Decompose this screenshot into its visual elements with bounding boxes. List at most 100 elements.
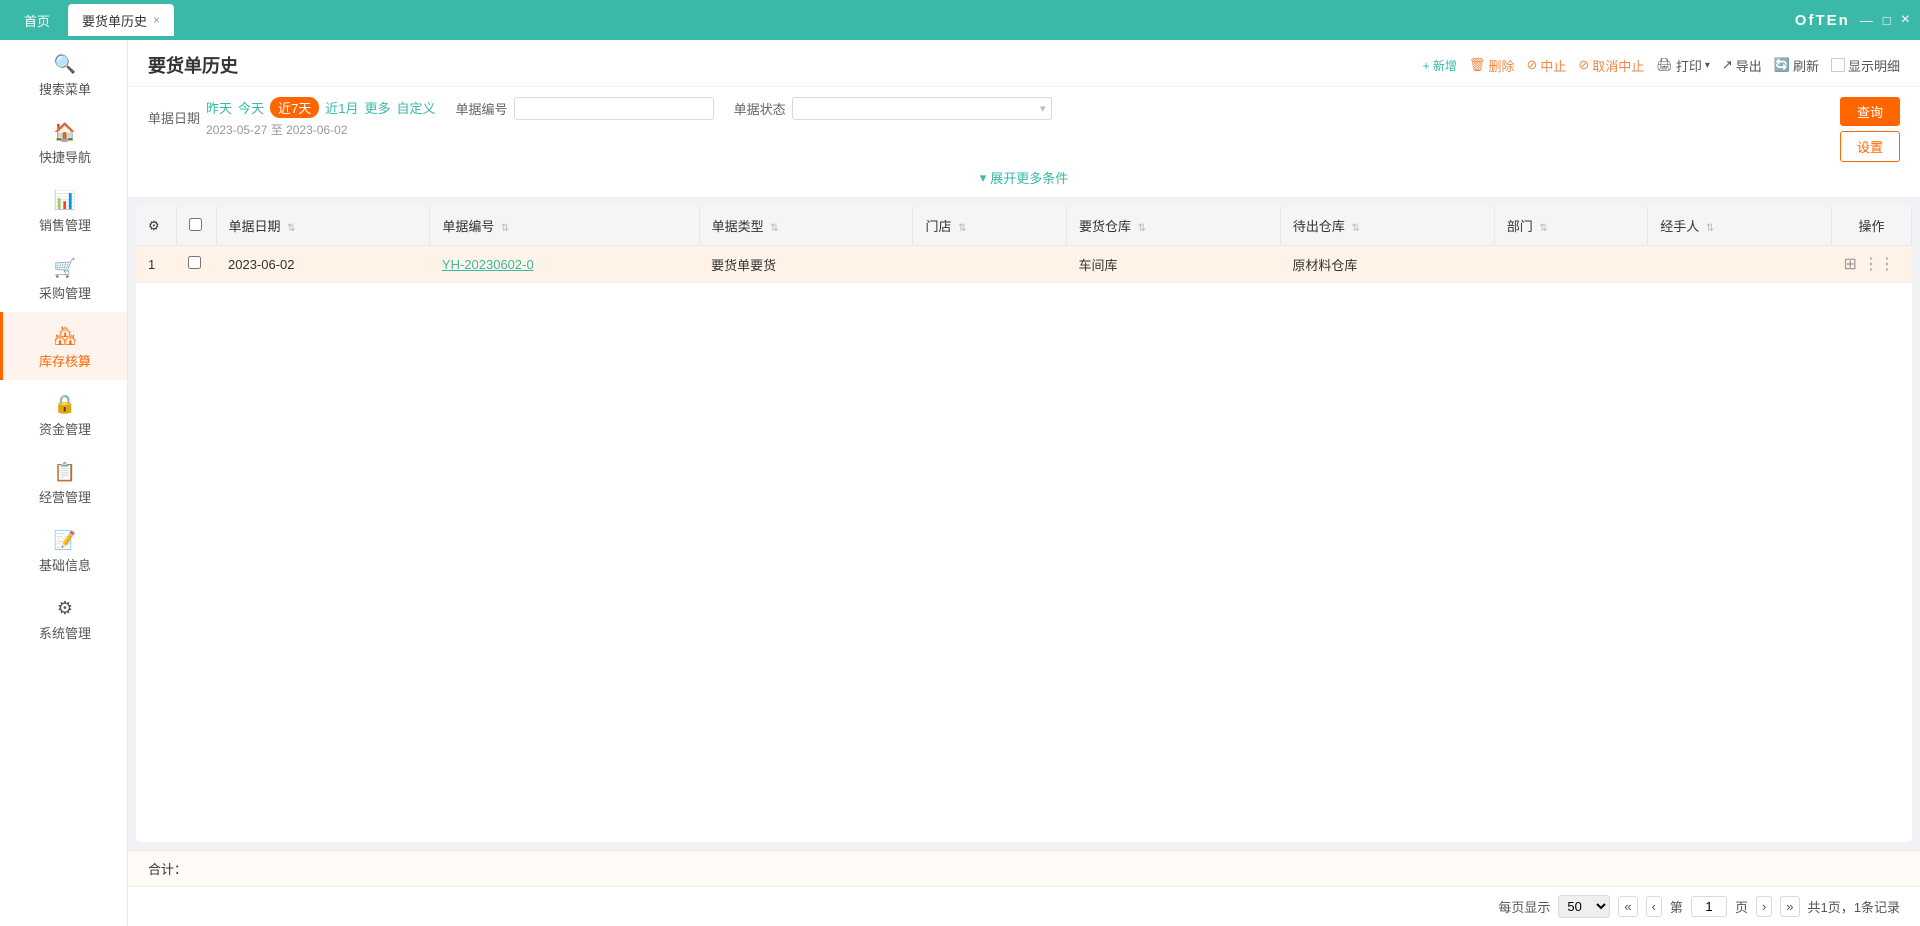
sidebar-item-basic[interactable]: 📝 基础信息 bbox=[0, 516, 127, 584]
cell-handler bbox=[1648, 246, 1832, 283]
row-more-icon[interactable]: ⋮⋮ bbox=[1863, 254, 1895, 274]
page-total-info: 共1页，1条记录 bbox=[1808, 897, 1900, 916]
page-size-select[interactable]: 50 10 20 100 bbox=[1558, 895, 1610, 918]
row-actions: ⊞ ⋮⋮ bbox=[1844, 254, 1900, 274]
row-checkbox[interactable] bbox=[188, 256, 201, 269]
page-next-button[interactable]: › bbox=[1756, 896, 1772, 917]
sidebar-label-inventory: 库存核算 bbox=[39, 351, 91, 370]
doc-status-input[interactable] bbox=[792, 97, 1052, 120]
export-icon: ↗ bbox=[1722, 57, 1733, 73]
date-shortcuts: 昨天 今天 近7天 近1月 更多 自定义 bbox=[206, 97, 436, 118]
date-btn-today[interactable]: 今天 bbox=[238, 98, 264, 117]
col-actions-label: 操作 bbox=[1858, 219, 1884, 234]
doc-status-dropdown-icon: ▾ bbox=[1040, 102, 1046, 115]
date-btn-1month[interactable]: 近1月 bbox=[325, 98, 358, 117]
cell-actions: ⊞ ⋮⋮ bbox=[1832, 246, 1912, 283]
top-bar-right: OfTEn — □ × bbox=[1795, 11, 1910, 29]
cell-pending-warehouse: 原材料仓库 bbox=[1280, 246, 1494, 283]
expand-more-button[interactable]: ▾ 展开更多条件 bbox=[148, 168, 1900, 187]
select-all-checkbox[interactable] bbox=[189, 218, 202, 231]
summary-bar: 合计： bbox=[128, 850, 1920, 886]
sidebar-item-sales[interactable]: 📊 销售管理 bbox=[0, 176, 127, 244]
data-table: ⚙ 单据日期 ⇅ 单据编号 ⇅ bbox=[136, 206, 1912, 283]
col-actions: 操作 bbox=[1832, 206, 1912, 246]
col-department-sort: ⇅ bbox=[1539, 223, 1547, 234]
settings-button[interactable]: 设置 bbox=[1840, 131, 1900, 162]
query-button[interactable]: 查询 bbox=[1840, 97, 1900, 126]
page-input[interactable] bbox=[1691, 896, 1727, 917]
search-icon: 🔍 bbox=[54, 54, 76, 75]
sidebar-item-search[interactable]: 🔍 搜索菜单 bbox=[0, 40, 127, 108]
date-range-display: 2023-05-27 至 2023-06-02 bbox=[206, 121, 436, 138]
page-last-button[interactable]: » bbox=[1780, 896, 1799, 917]
date-btn-custom[interactable]: 自定义 bbox=[397, 98, 436, 117]
table-row: 1 2023-06-02 YH-20230602-0 要货单要货 车间库 原材料… bbox=[136, 246, 1912, 283]
expand-more-icon: ▾ bbox=[980, 170, 987, 186]
col-settings-icon: ⚙ bbox=[148, 218, 160, 233]
window-close-icon[interactable]: × bbox=[1901, 11, 1910, 29]
sidebar-item-system[interactable]: ⚙ 系统管理 bbox=[0, 584, 127, 652]
row-edit-icon[interactable]: ⊞ bbox=[1844, 254, 1857, 274]
doc-number-link[interactable]: YH-20230602-0 bbox=[442, 257, 534, 272]
col-number[interactable]: 单据编号 ⇅ bbox=[430, 206, 699, 246]
col-pending-warehouse[interactable]: 待出仓库 ⇅ bbox=[1280, 206, 1494, 246]
col-department[interactable]: 部门 ⇅ bbox=[1494, 206, 1647, 246]
maximize-icon[interactable]: □ bbox=[1883, 13, 1891, 28]
date-btn-more[interactable]: 更多 bbox=[365, 98, 391, 117]
cell-department bbox=[1494, 246, 1647, 283]
col-type[interactable]: 单据类型 ⇅ bbox=[699, 206, 913, 246]
col-req-warehouse[interactable]: 要货仓库 ⇅ bbox=[1066, 206, 1280, 246]
col-handler-sort: ⇅ bbox=[1706, 223, 1714, 234]
col-store-sort: ⇅ bbox=[958, 223, 966, 234]
lock-icon: 🔒 bbox=[54, 394, 76, 415]
tab-home[interactable]: 首页 bbox=[10, 4, 64, 36]
date-btn-7days[interactable]: 近7天 bbox=[270, 97, 319, 118]
col-date-label: 单据日期 bbox=[229, 219, 281, 234]
page-prev-button[interactable]: ‹ bbox=[1646, 896, 1662, 917]
col-type-sort: ⇅ bbox=[770, 223, 778, 234]
col-store[interactable]: 门店 ⇅ bbox=[913, 206, 1066, 246]
sidebar-item-finance[interactable]: 🔒 资金管理 bbox=[0, 380, 127, 448]
print-button[interactable]: 🖨 打印 ▾ bbox=[1656, 56, 1710, 75]
cell-row-num: 1 bbox=[136, 246, 176, 283]
gear-icon: ⚙ bbox=[57, 598, 73, 619]
print-icon: 🖨 bbox=[1656, 57, 1673, 73]
sidebar-item-shortcut[interactable]: 🏠 快捷导航 bbox=[0, 108, 127, 176]
export-button[interactable]: ↗ 导出 bbox=[1722, 56, 1762, 75]
col-department-label: 部门 bbox=[1507, 219, 1533, 234]
col-handler-label: 经手人 bbox=[1660, 219, 1699, 234]
cell-store bbox=[913, 246, 1066, 283]
col-number-label: 单据编号 bbox=[442, 219, 494, 234]
brand-label: OfTEn bbox=[1795, 12, 1850, 29]
cancel-stop-label: 取消中止 bbox=[1592, 56, 1644, 75]
display-detail-button[interactable]: 显示明细 bbox=[1831, 56, 1900, 75]
doc-number-input[interactable] bbox=[514, 97, 714, 120]
add-button[interactable]: + 新增 bbox=[1423, 57, 1457, 74]
tab-close-icon[interactable]: × bbox=[153, 13, 160, 27]
date-btn-yesterday[interactable]: 昨天 bbox=[206, 98, 232, 117]
col-settings[interactable]: ⚙ bbox=[136, 206, 176, 246]
doc-number-label: 单据编号 bbox=[456, 99, 508, 118]
page-first-button[interactable]: « bbox=[1618, 896, 1637, 917]
sidebar-item-purchase[interactable]: 🛒 采购管理 bbox=[0, 244, 127, 312]
sidebar-item-operations[interactable]: 📋 经营管理 bbox=[0, 448, 127, 516]
main-layout: 🔍 搜索菜单 🏠 快捷导航 📊 销售管理 🛒 采购管理 🏘 库存核算 🔒 资金管… bbox=[0, 40, 1920, 926]
sidebar-item-inventory[interactable]: 🏘 库存核算 bbox=[0, 312, 127, 380]
sidebar-label-purchase: 采购管理 bbox=[39, 283, 91, 302]
cancel-stop-button[interactable]: ⊘ 取消中止 bbox=[1578, 56, 1644, 75]
col-date[interactable]: 单据日期 ⇅ bbox=[216, 206, 430, 246]
tab-history[interactable]: 要货单历史 × bbox=[68, 4, 174, 36]
expand-more-label: 展开更多条件 bbox=[990, 168, 1068, 187]
refresh-button[interactable]: 🔄 刷新 bbox=[1774, 56, 1819, 75]
stop-button[interactable]: ⊘ 中止 bbox=[1526, 56, 1566, 75]
chart-icon: 📊 bbox=[54, 190, 76, 211]
col-date-sort: ⇅ bbox=[287, 223, 295, 234]
display-detail-checkbox[interactable] bbox=[1831, 58, 1845, 72]
print-dropdown-icon: ▾ bbox=[1705, 60, 1710, 71]
minimize-icon[interactable]: — bbox=[1860, 13, 1873, 28]
print-label: 打印 bbox=[1676, 56, 1702, 75]
sidebar-label-search: 搜索菜单 bbox=[39, 79, 91, 98]
delete-button[interactable]: 🗑 删除 bbox=[1469, 56, 1515, 75]
summary-label: 合计： bbox=[148, 862, 187, 877]
col-handler[interactable]: 经手人 ⇅ bbox=[1648, 206, 1832, 246]
